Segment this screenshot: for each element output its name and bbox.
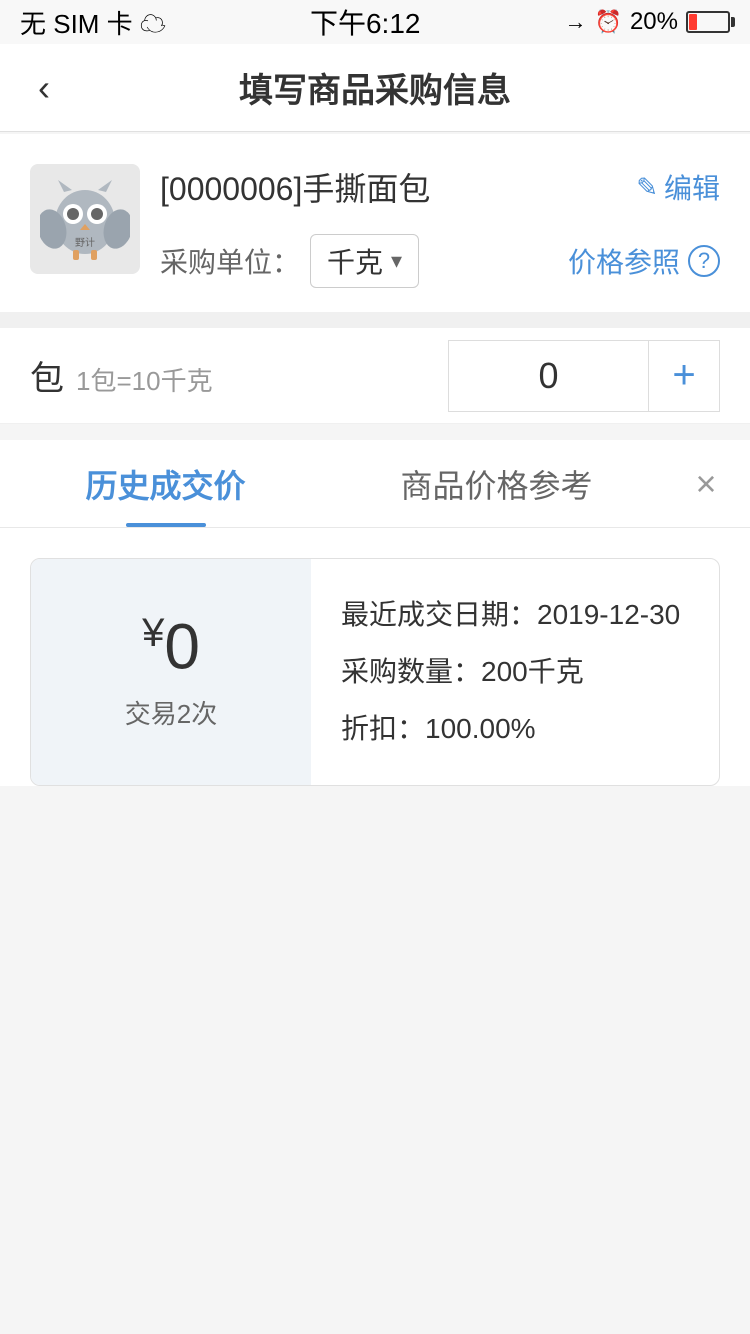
price-card-right: 最近成交日期：2019-12-30 采购数量：200千克 折扣：100.00%: [311, 559, 719, 785]
battery-icon: [686, 11, 730, 33]
close-icon: ×: [695, 463, 716, 505]
price-card: ¥0 交易2次 最近成交日期：2019-12-30 采购数量：200千克 折扣：…: [30, 558, 720, 786]
back-arrow-icon: ‹: [38, 70, 50, 106]
product-owl-icon: 野计: [40, 174, 130, 264]
recent-date-label: 最近成交日期：: [341, 599, 537, 630]
dropdown-arrow-icon: ▾: [391, 248, 402, 274]
transactions-count: 交易2次: [125, 694, 217, 731]
tab-history-label: 历史成交价: [85, 461, 245, 507]
edit-label: 编辑: [664, 167, 720, 207]
status-bar: 无 SIM 卡 ☁ 下午6:12 → ⏰ 20%: [0, 0, 750, 44]
recent-date-value: 2019-12-30: [537, 599, 680, 630]
discount-value: 100.00%: [425, 713, 536, 744]
section-divider: [0, 312, 750, 328]
product-name-row: [0000006]手撕面包 ✎ 编辑: [160, 164, 720, 210]
status-right-area: → ⏰ 20%: [565, 8, 730, 36]
price-value: 0: [164, 610, 200, 682]
product-full-name: [0000006]手撕面包: [160, 164, 430, 210]
quantity-unit: 包: [30, 351, 64, 400]
unit-select-dropdown[interactable]: 千克 ▾: [310, 234, 419, 288]
discount-label: 折扣：: [341, 713, 425, 744]
price-card-left: ¥0 交易2次: [31, 559, 311, 785]
quantity-label-container: 包 1包=10千克: [30, 351, 448, 400]
quantity-input-field[interactable]: [448, 340, 648, 412]
product-image: 野计: [30, 164, 140, 274]
tab-panel: 历史成交价 商品价格参考 × ¥0 交易2次 最近成交日期：2019-12-30…: [0, 440, 750, 786]
unit-value: 千克: [327, 241, 383, 281]
product-unit-row: 采购单位： 千克 ▾ 价格参照 ?: [160, 234, 720, 288]
status-time: 下午6:12: [310, 2, 421, 42]
quantity-plus-button[interactable]: +: [648, 340, 720, 412]
back-button[interactable]: ‹: [0, 44, 88, 132]
price-ref-info-icon: ?: [688, 245, 720, 277]
battery-percent: 20%: [630, 8, 678, 36]
unit-left-area: 采购单位： 千克 ▾: [160, 234, 419, 288]
product-card: 野计 [0000006]手撕面包 ✎ 编辑 采购单位： 千克 ▾ 价格参照 ?: [0, 134, 750, 312]
discount-row: 折扣：100.00%: [341, 709, 689, 748]
purchase-quantity-label: 采购数量：: [341, 656, 481, 687]
quantity-row: 包 1包=10千克 +: [0, 328, 750, 424]
tab-product-price-label: 商品价格参考: [400, 461, 592, 507]
tab-product-price-ref[interactable]: 商品价格参考: [331, 440, 662, 527]
location-icon: →: [565, 9, 587, 35]
purchase-quantity-value: 200千克: [481, 656, 584, 687]
edit-icon: ✎: [636, 172, 658, 203]
product-code: [0000006]: [160, 171, 302, 207]
unit-label: 采购单位：: [160, 241, 300, 281]
nav-bar: ‹ 填写商品采购信息: [0, 44, 750, 132]
tab-close-button[interactable]: ×: [662, 440, 750, 528]
quantity-sub-label: 1包=10千克: [76, 361, 213, 398]
alarm-icon: ⏰: [595, 9, 622, 35]
product-details: [0000006]手撕面包 ✎ 编辑 采购单位： 千克 ▾ 价格参照 ?: [160, 164, 720, 288]
page-title: 填写商品采购信息: [239, 63, 511, 112]
status-signal: 无 SIM 卡 ☁: [20, 4, 166, 41]
currency-symbol: ¥: [142, 611, 164, 655]
price-amount: ¥0: [142, 613, 200, 678]
tab-history-price[interactable]: 历史成交价: [0, 440, 331, 527]
edit-button[interactable]: ✎ 编辑: [636, 167, 720, 207]
product-name-text: 手撕面包: [302, 171, 430, 207]
price-ref-label: 价格参照: [568, 241, 680, 281]
purchase-quantity-row: 采购数量：200千克: [341, 652, 689, 691]
quantity-input-container: +: [448, 340, 720, 412]
svg-text:野计: 野计: [75, 236, 95, 249]
tab-header: 历史成交价 商品价格参考 ×: [0, 440, 750, 528]
recent-date-row: 最近成交日期：2019-12-30: [341, 595, 689, 634]
price-ref-button[interactable]: 价格参照 ?: [568, 241, 720, 281]
